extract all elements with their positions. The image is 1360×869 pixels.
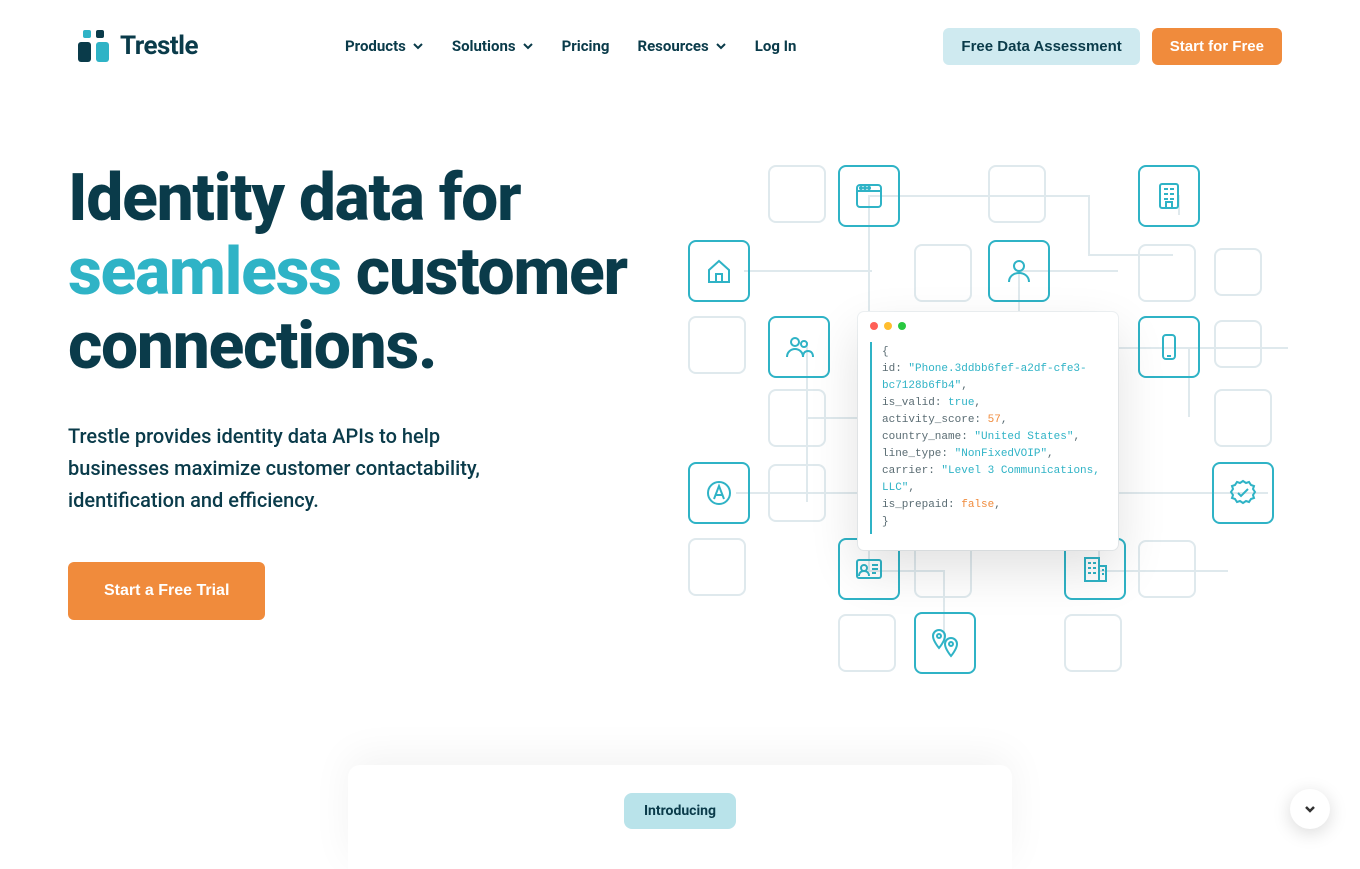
hero-illustration: { id: "Phone.3ddbb6fef-a2df-cfe3-bc7128b…	[668, 162, 1360, 682]
nav-label: Pricing	[562, 37, 610, 55]
connector-line	[868, 195, 1088, 197]
grid-tile-blank	[768, 165, 826, 223]
hero-headline: Identity data for seamless customer conn…	[68, 162, 648, 384]
people-icon	[784, 332, 814, 362]
tile-map-pin	[914, 612, 976, 674]
grid-tile-blank	[1138, 540, 1196, 598]
map-pin-icon	[928, 626, 962, 660]
building-icon	[1154, 181, 1184, 211]
grid-tile-blank	[1214, 389, 1272, 447]
grid-tile-blank	[1214, 320, 1262, 368]
headline-accent: seamless	[68, 234, 341, 311]
chevron-down-icon	[715, 40, 727, 52]
intro-pill: Introducing	[624, 793, 736, 829]
id-card-icon	[854, 554, 884, 584]
browser-icon	[854, 181, 884, 211]
tile-person	[988, 240, 1050, 302]
grid-tile-blank	[768, 464, 826, 522]
nav-login[interactable]: Log In	[755, 37, 797, 55]
brand-logo[interactable]: Trestle	[78, 30, 198, 62]
tile-letter-a	[688, 462, 750, 524]
header: Trestle Products Solutions Pricing Resou…	[0, 0, 1360, 72]
hero-section: Identity data for seamless customer conn…	[0, 72, 1360, 682]
chevron-down-icon	[522, 40, 534, 52]
nav-cta-group: Free Data Assessment Start for Free	[943, 28, 1282, 65]
grid-tile-blank	[768, 389, 826, 447]
zoom-dot-icon	[898, 322, 906, 330]
tile-browser	[838, 165, 900, 227]
code-content: { id: "Phone.3ddbb6fef-a2df-cfe3-bc7128b…	[870, 342, 1106, 534]
grid-tile-blank	[914, 244, 972, 302]
headline-part: Identity data for	[68, 160, 520, 237]
tile-phone	[1138, 316, 1200, 378]
code-window: { id: "Phone.3ddbb6fef-a2df-cfe3-bc7128b…	[858, 312, 1118, 550]
hero-subtext: Trestle provides identity data APIs to h…	[68, 420, 528, 516]
primary-nav: Products Solutions Pricing Resources Log…	[345, 37, 796, 55]
intro-card: Introducing	[348, 765, 1012, 869]
start-for-free-button[interactable]: Start for Free	[1152, 28, 1282, 65]
tile-people	[768, 316, 830, 378]
tile-home	[688, 240, 750, 302]
grid-tile-blank	[1214, 248, 1262, 296]
letter-a-icon	[704, 478, 734, 508]
person-icon	[1004, 256, 1034, 286]
minimize-dot-icon	[884, 322, 892, 330]
nav-label: Solutions	[452, 37, 516, 55]
office-icon	[1080, 554, 1110, 584]
connector-line	[1088, 195, 1090, 255]
hero-copy: Identity data for seamless customer conn…	[68, 162, 668, 682]
close-dot-icon	[870, 322, 878, 330]
nav-pricing[interactable]: Pricing	[562, 37, 610, 55]
brand-name: Trestle	[120, 31, 198, 61]
nav-label: Products	[345, 37, 406, 55]
nav-products[interactable]: Products	[345, 37, 424, 55]
grid-tile-blank	[1138, 244, 1196, 302]
nav-solutions[interactable]: Solutions	[452, 37, 534, 55]
tile-check-badge	[1212, 462, 1274, 524]
connector-line	[744, 270, 872, 272]
home-icon	[704, 256, 734, 286]
tile-building	[1138, 165, 1200, 227]
chevron-down-icon	[1303, 802, 1317, 816]
nav-resources[interactable]: Resources	[637, 37, 726, 55]
grid-tile-blank	[988, 165, 1046, 223]
grid-tile-blank	[1064, 614, 1122, 672]
grid-tile-blank	[688, 538, 746, 596]
check-badge-icon	[1228, 478, 1258, 508]
grid-tile-blank	[688, 316, 746, 374]
nav-label: Resources	[637, 37, 708, 55]
chevron-down-icon	[412, 40, 424, 52]
nav-label: Log In	[755, 37, 797, 55]
scroll-down-button[interactable]	[1290, 789, 1330, 829]
start-free-trial-button[interactable]: Start a Free Trial	[68, 562, 265, 620]
window-controls	[858, 322, 1118, 336]
grid-tile-blank	[838, 614, 896, 672]
free-data-assessment-button[interactable]: Free Data Assessment	[943, 28, 1139, 65]
brand-mark-icon	[78, 30, 110, 62]
phone-icon	[1154, 332, 1184, 362]
